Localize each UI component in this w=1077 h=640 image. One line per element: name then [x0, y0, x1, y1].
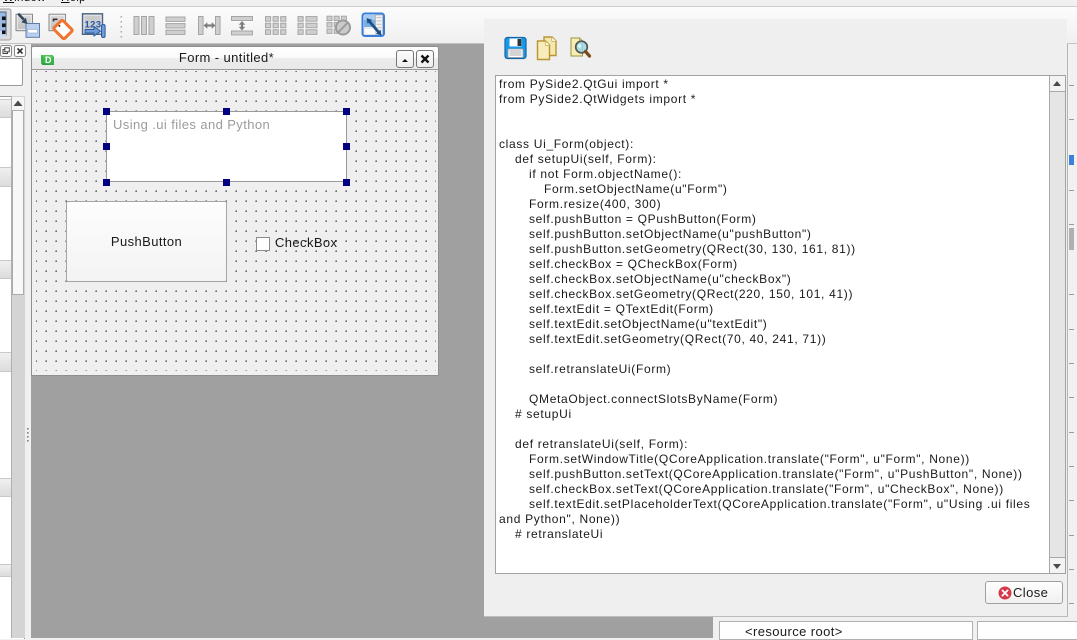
- svg-text:D: D: [45, 55, 52, 65]
- svg-text:123: 123: [85, 20, 102, 31]
